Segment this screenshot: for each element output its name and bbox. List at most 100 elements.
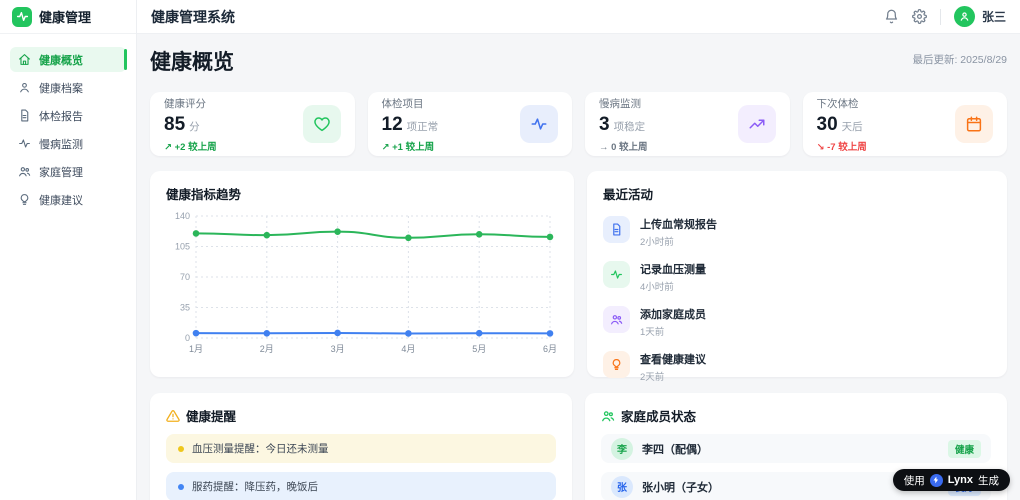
svg-text:3月: 3月 [331,344,345,354]
sidebar-nav: 健康概览健康档案体检报告慢病监测家庭管理健康建议 [0,34,136,228]
activity-icon [531,118,547,130]
lightbulb-icon [20,194,29,205]
sidebar-item-4[interactable]: 家庭管理 [10,159,126,184]
activity-title: 查看健康建议 [640,354,706,366]
activity-item-0[interactable]: 上传血常规报告 2小时前 [603,216,991,248]
sidebar-item-5[interactable]: 健康建议 [10,187,126,212]
activity-text: 记录血压测量 4小时前 [640,261,706,293]
activity-title: 记录血压测量 [640,264,706,276]
stat-trend: ↗ +2 较上周 [164,141,217,153]
stat-card-text: 健康评分 85 分 ↗ +2 较上周 [164,96,217,153]
brand-name: 健康管理 [39,10,92,25]
stat-unit: 项正常 [406,120,439,133]
trend-arrow-icon: ↘ [816,141,825,153]
stat-value: 85 [164,113,186,135]
activity-item-2[interactable]: 添加家庭成员 1天前 [603,306,991,338]
svg-text:0: 0 [185,333,190,343]
svg-text:1月: 1月 [189,344,203,354]
sidebar-item-1[interactable]: 健康档案 [10,75,126,100]
app-title: 健康管理系统 [151,8,235,25]
activity-item-1[interactable]: 记录血压测量 4小时前 [603,261,991,293]
family-users-icon [601,409,615,423]
warning-triangle-icon [166,409,180,423]
activity-text: 查看健康建议 2天前 [640,351,706,383]
activity-item-3[interactable]: 查看健康建议 2天前 [603,351,991,383]
sidebar-item-3[interactable]: 慢病监测 [10,131,126,156]
sidebar-item-label: 健康档案 [39,82,83,95]
activity-panel-title: 最近活动 [603,188,654,202]
activity-time: 2小时前 [640,237,674,248]
heart-icon [313,117,330,132]
lynx-badge-prefix: 使用 [903,474,925,487]
stat-iconbox [737,105,776,143]
reminder-item-0: 血压测量提醒：今日还未测量 [166,434,556,463]
lynx-badge-brand: Lynx [947,474,973,486]
trend-panel-title: 健康指标趋势 [166,188,242,202]
activity-time: 4小时前 [640,282,674,293]
document-icon [613,223,621,236]
stat-iconbox [520,105,558,143]
stat-trend: ↗ +1 较上周 [381,141,435,153]
sidebar-item-0[interactable]: 健康概览 [10,47,127,72]
stat-card-0: 健康评分 85 分 ↗ +2 较上周 [150,92,355,156]
sidebar-item-label: 健康概览 [39,54,83,67]
user-avatar [953,6,975,27]
activity-icon [19,139,30,148]
activity-text: 上传血常规报告 2小时前 [640,216,717,248]
bottom-row: 健康提醒 血压测量提醒：今日还未测量服药提醒：降压药，晚饭后运动目标：今日已完成… [150,393,1007,500]
stat-unit: 分 [189,120,200,133]
member-avatar: 张 [611,475,633,498]
svg-text:35: 35 [180,303,190,313]
activity-list: 上传血常规报告 2小时前记录血压测量 4小时前添加家庭成员 1天前查看健康建议 2天前 [603,216,991,383]
sidebar-item-label: 家庭管理 [39,166,83,179]
page-header: 健康概览 最后更新: 2025/8/29 [150,46,1007,76]
activity-iconbox [603,216,630,243]
lynx-badge[interactable]: 使用 Lynx 生成 [892,469,1010,491]
settings-gear-icon[interactable] [912,9,927,24]
notifications-bell-icon[interactable] [884,9,899,24]
svg-text:2月: 2月 [260,344,274,354]
reminder-list: 血压测量提醒：今日还未测量服药提醒：降压药，晚饭后运动目标：今日已完成 8000… [166,434,556,500]
lynx-logo-icon [929,473,943,487]
svg-text:5月: 5月 [472,344,486,354]
reminders-panel: 健康提醒 血压测量提醒：今日还未测量服药提醒：降压药，晚饭后运动目标：今日已完成… [150,393,572,500]
stat-label: 慢病监测 [599,97,641,110]
user-icon [20,82,29,93]
trending-up-icon [749,119,764,129]
activity-icon [611,270,622,279]
svg-text:6月: 6月 [543,344,557,354]
family-title: 家庭成员状态 [621,410,697,424]
member-status-badge: 健康 [947,439,981,458]
stat-trend: ↘ -7 较上周 [816,141,867,153]
family-header: 家庭成员状态 [601,406,991,425]
stat-unit: 天后 [841,120,863,133]
stat-value: 30 [816,113,838,135]
sidebar: 健康管理 健康概览健康档案体检报告慢病监测家庭管理健康建议 [0,0,137,500]
stat-card-text: 慢病监测 3 项稳定 → 0 较上周 [599,96,648,153]
home-icon [19,54,30,65]
activity-time: 2天前 [640,372,665,383]
stat-iconbox [302,105,341,143]
member-name: 张小明（子女） [642,481,719,494]
sidebar-item-2[interactable]: 体检报告 [10,103,126,128]
stat-value: 3 [599,113,610,135]
stat-card-2: 慢病监测 3 项稳定 → 0 较上周 [585,92,790,156]
svg-text:140: 140 [175,211,190,221]
user-menu[interactable]: 张三 [953,6,1006,27]
trend-line-chart: 0 35 70 105 140 1月 2月 3月 4月 5月 6月 [175,211,557,354]
trend-chart: 0 35 70 105 140 1月 2月 3月 4月 5月 6月 [166,208,558,371]
brand: 健康管理 [0,0,136,34]
sidebar-item-label: 慢病监测 [39,138,83,151]
reminder-dot-icon [178,483,184,490]
reminders-header: 健康提醒 [166,406,556,425]
activity-time: 1天前 [640,327,665,338]
brand-logo-icon [12,6,32,27]
topbar-divider [939,8,941,25]
reminder-text: 服药提醒：降压药，晚饭后 [192,481,318,493]
svg-text:4月: 4月 [401,344,415,354]
users-icon [19,167,31,177]
family-member-0[interactable]: 李李四（配偶） 健康 [601,434,991,463]
user-name: 张三 [981,10,1006,24]
trend-arrow-icon: → [599,141,609,153]
app-root: 健康管理 健康概览 健康档案 体检报告 慢病监测 家庭管理 健康建议 健康管理系统 张三 … [0,0,1020,500]
